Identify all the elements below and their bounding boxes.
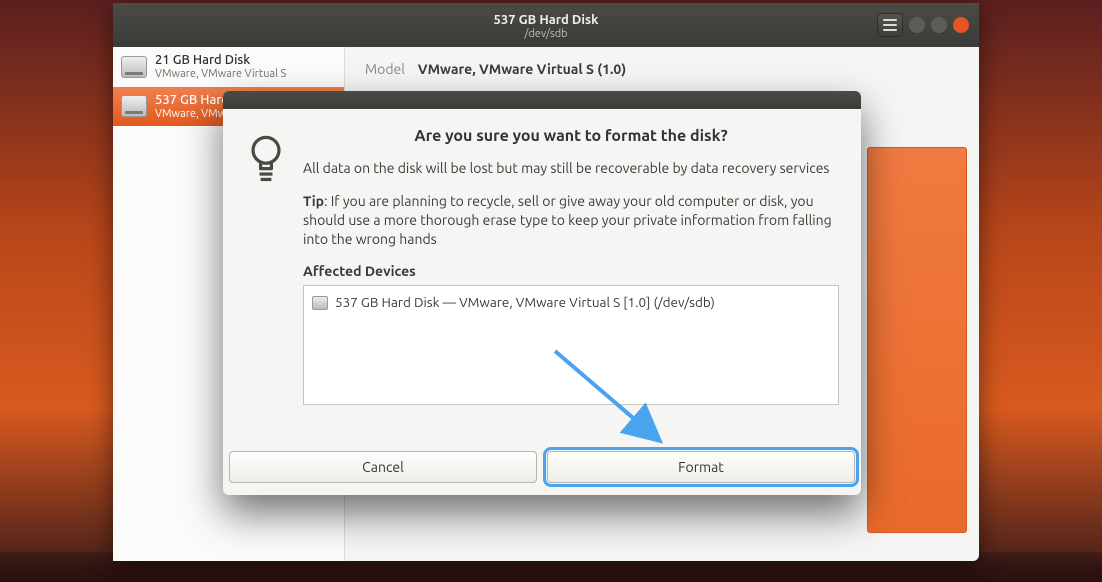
harddisk-icon — [121, 56, 147, 78]
dialog-body-1: All data on the disk will be lost but ma… — [303, 159, 839, 178]
harddisk-icon — [312, 296, 328, 310]
sidebar-item-label: 537 GB Hard — [155, 93, 232, 108]
tip-label: Tip — [303, 193, 324, 209]
window-close-button[interactable] — [953, 17, 969, 33]
sidebar-item-detail: VMware, VMwa — [155, 108, 232, 121]
format-confirm-dialog: Are you sure you want to format the disk… — [223, 91, 861, 495]
sidebar-item-detail: VMware, VMware Virtual S — [155, 68, 286, 81]
cancel-button[interactable]: Cancel — [229, 451, 537, 483]
affected-devices-list: 537 GB Hard Disk — VMware, VMware Virtua… — [303, 285, 839, 405]
sidebar-item-label: 21 GB Hard Disk — [155, 53, 286, 68]
model-row: Model VMware, VMware Virtual S (1.0) — [365, 61, 959, 77]
dialog-tip-text: : If you are planning to recycle, sell o… — [303, 193, 832, 247]
model-label: Model — [365, 61, 405, 77]
window-title: 537 GB Hard Disk — [113, 13, 979, 29]
dialog-titlebar[interactable] — [223, 91, 861, 109]
hamburger-menu-button[interactable] — [877, 13, 903, 37]
harddisk-icon — [121, 95, 147, 117]
volume-block[interactable] — [867, 147, 967, 533]
affected-device-text: 537 GB Hard Disk — VMware, VMware Virtua… — [335, 294, 715, 310]
sidebar-item-disk-0[interactable]: 21 GB Hard Disk VMware, VMware Virtual S — [113, 47, 344, 87]
window-minimize-button[interactable] — [909, 17, 925, 33]
format-button[interactable]: Format — [547, 451, 855, 483]
affected-devices-label: Affected Devices — [303, 263, 839, 279]
window-titlebar: 537 GB Hard Disk /dev/sdb — [113, 3, 979, 47]
model-value: VMware, VMware Virtual S (1.0) — [418, 61, 626, 77]
dialog-body-2: Tip: If you are planning to recycle, sel… — [303, 192, 839, 249]
window-maximize-button[interactable] — [931, 17, 947, 33]
dialog-title: Are you sure you want to format the disk… — [303, 127, 839, 145]
tip-icon — [235, 127, 297, 405]
window-subtitle: /dev/sdb — [113, 28, 979, 41]
